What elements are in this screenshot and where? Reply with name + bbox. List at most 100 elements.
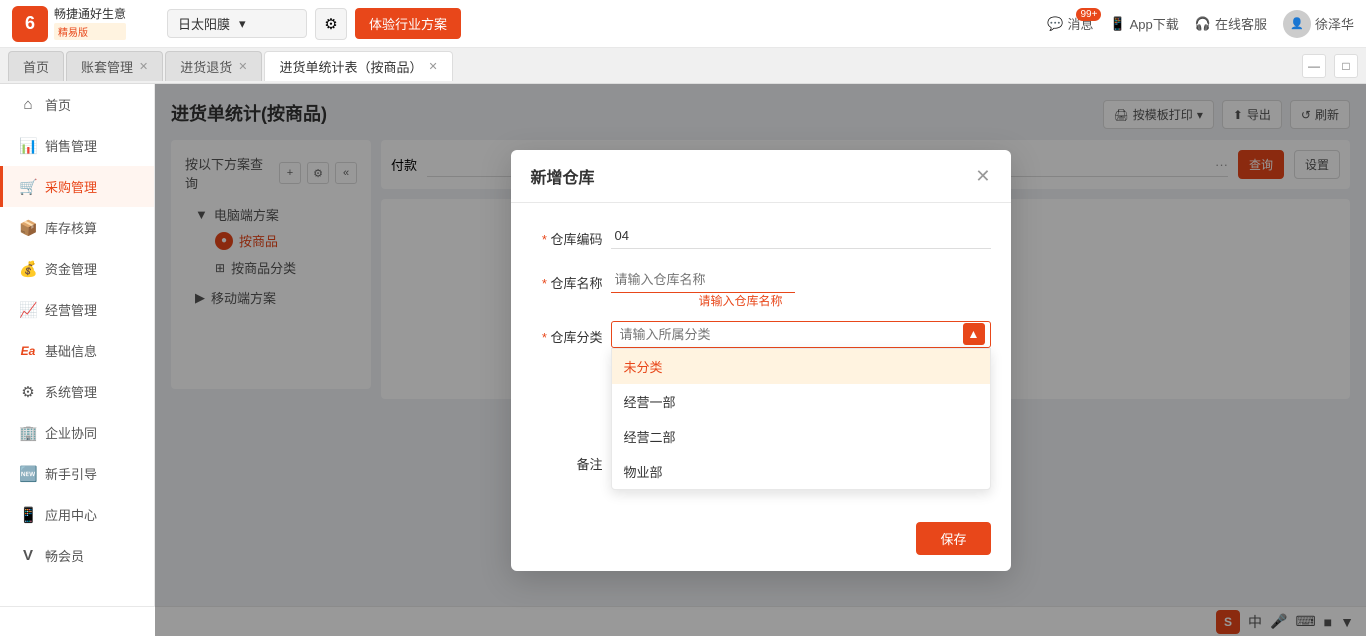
- finance-icon: 💰: [19, 260, 37, 278]
- note-label-text: 备注: [576, 457, 602, 472]
- experience-button[interactable]: 体验行业方案: [355, 8, 461, 39]
- warehouse-type-label-text: 仓库分类: [550, 330, 602, 345]
- sidebar-item-purchase-label: 采购管理: [45, 177, 97, 196]
- gear-icon: ⚙: [324, 15, 337, 33]
- base-icon: Ea: [19, 344, 37, 358]
- purchase-icon: 🛒: [19, 178, 37, 196]
- dropdown-item-ops1[interactable]: 经营一部: [612, 384, 990, 419]
- tab-bar: 首页 账套管理 ✕ 进货退货 ✕ 进货单统计表（按商品） ✕ — □: [0, 48, 1366, 84]
- warehouse-type-input[interactable]: [611, 321, 991, 348]
- corp-icon: 🏢: [19, 424, 37, 442]
- user-item[interactable]: 👤 徐泽华: [1283, 10, 1354, 38]
- sidebar-item-app-label: 应用中心: [45, 505, 97, 524]
- logo-area: 6 畅捷通好生意 精易版: [12, 6, 167, 42]
- modal-close-button[interactable]: ✕: [975, 167, 990, 185]
- inventory-icon: 📦: [19, 219, 37, 237]
- sidebar-item-home[interactable]: ⌂ 首页: [0, 84, 154, 125]
- warehouse-type-select-wrapper: ▲ 未分类 经营一部 经营二部 物业部: [611, 321, 991, 348]
- modal-body: 仓库编码 仓库名称 请输入仓库名称: [511, 203, 1011, 512]
- maximize-icon: □: [1342, 59, 1349, 73]
- tab-account-label: 账套管理: [81, 57, 133, 76]
- warehouse-name-label: 仓库名称: [531, 267, 611, 292]
- logo-text: 畅捷通好生意: [54, 7, 126, 23]
- sidebar-item-app[interactable]: 📱 应用中心: [0, 494, 154, 535]
- ops-icon: 📈: [19, 301, 37, 319]
- tab-home-label: 首页: [23, 57, 49, 76]
- sidebar-item-member[interactable]: V 畅会员: [0, 535, 154, 576]
- online-service-label: 在线客服: [1215, 14, 1267, 33]
- chevron-down-icon: ▾: [239, 16, 296, 32]
- main-layout: ⌂ 首页 📊 销售管理 🛒 采购管理 📦 库存核算 💰 资金管理 📈 经营管理 …: [0, 84, 1366, 636]
- sidebar-item-member-label: 畅会员: [45, 546, 84, 565]
- tab-account-close-icon[interactable]: ✕: [139, 60, 148, 73]
- phone-icon: 📱: [1109, 16, 1125, 32]
- guide-icon: 🆕: [19, 465, 37, 483]
- add-warehouse-modal: 新增仓库 ✕ 仓库编码 仓库名称: [511, 150, 1011, 571]
- save-button[interactable]: 保存: [916, 522, 990, 555]
- sidebar-item-corp[interactable]: 🏢 企业协同: [0, 412, 154, 453]
- tab-minimize-button[interactable]: —: [1302, 54, 1326, 78]
- warehouse-name-input[interactable]: [611, 267, 795, 293]
- message-item[interactable]: 💬 消息 99+: [1047, 14, 1093, 33]
- message-badge: 99+: [1076, 8, 1101, 21]
- tab-stats-close-icon[interactable]: ✕: [429, 60, 438, 73]
- top-bar: 6 畅捷通好生意 精易版 日太阳膜 ▾ ⚙ 体验行业方案 💬 消息 99+ 📱 …: [0, 0, 1366, 48]
- form-row-category: 仓库分类 ▲ 未分类 经营一部 经营二部 物业部: [531, 321, 991, 348]
- sidebar-item-inventory-label: 库存核算: [45, 218, 97, 237]
- minimize-icon: —: [1308, 59, 1320, 73]
- form-row-code: 仓库编码: [531, 223, 991, 249]
- sidebar-item-guide[interactable]: 🆕 新手引导: [0, 453, 154, 494]
- content-area: 进货单统计(按商品) 🖨 按模板打印 ▾ ⬆ 导出 ↺ 刷新 按以下方案查询: [155, 84, 1366, 636]
- sidebar-item-base-label: 基础信息: [45, 341, 97, 360]
- username: 徐泽华: [1315, 14, 1354, 33]
- tab-returns[interactable]: 进货退货 ✕: [165, 51, 262, 81]
- message-icon: 💬: [1047, 16, 1063, 32]
- app-icon: 📱: [19, 506, 37, 524]
- tab-bar-right: — □: [1302, 54, 1358, 78]
- sidebar-item-sys[interactable]: ⚙ 系统管理: [0, 371, 154, 412]
- modal-title: 新增仓库: [531, 164, 595, 188]
- warehouse-type-dropdown: 未分类 经营一部 经营二部 物业部: [611, 348, 991, 490]
- tab-stats-label: 进货单统计表（按商品）: [279, 57, 422, 76]
- sidebar-item-ops-label: 经营管理: [45, 300, 97, 319]
- warehouse-code-label: 仓库编码: [531, 223, 611, 248]
- sidebar-item-sales[interactable]: 📊 销售管理: [0, 125, 154, 166]
- sidebar-item-guide-label: 新手引导: [45, 464, 97, 483]
- note-label: 备注: [531, 448, 611, 473]
- tab-stats[interactable]: 进货单统计表（按商品） ✕: [264, 51, 452, 81]
- modal-footer: 保存: [511, 512, 1011, 571]
- warehouse-type-arrow-button[interactable]: ▲: [963, 323, 985, 345]
- headset-icon: 🎧: [1195, 16, 1211, 32]
- dropdown-item-unclassified[interactable]: 未分类: [612, 349, 990, 384]
- app-download-label: App下载: [1130, 14, 1179, 33]
- store-selector[interactable]: 日太阳膜 ▾: [167, 9, 307, 38]
- logo-sub: 精易版: [54, 23, 126, 40]
- tab-account[interactable]: 账套管理 ✕: [66, 51, 163, 81]
- online-service-item[interactable]: 🎧 在线客服: [1195, 14, 1267, 33]
- sidebar-item-base[interactable]: Ea 基础信息: [0, 330, 154, 371]
- top-right: 💬 消息 99+ 📱 App下载 🎧 在线客服 👤 徐泽华: [1047, 10, 1354, 38]
- sidebar-item-finance[interactable]: 💰 资金管理: [0, 248, 154, 289]
- tab-returns-close-icon[interactable]: ✕: [238, 60, 247, 73]
- sidebar-item-home-label: 首页: [45, 95, 71, 114]
- warehouse-name-label-text: 仓库名称: [550, 276, 602, 291]
- warehouse-code-input[interactable]: [611, 223, 991, 249]
- store-name: 日太阳膜: [178, 14, 235, 33]
- warehouse-code-label-text: 仓库编码: [550, 232, 602, 247]
- tab-home[interactable]: 首页: [8, 51, 64, 81]
- app-download-item[interactable]: 📱 App下载: [1109, 14, 1178, 33]
- sidebar-item-sys-label: 系统管理: [45, 382, 97, 401]
- sidebar-item-purchase[interactable]: 🛒 采购管理: [0, 166, 154, 207]
- sidebar-item-ops[interactable]: 📈 经营管理: [0, 289, 154, 330]
- gear-button[interactable]: ⚙: [315, 8, 347, 40]
- modal-header: 新增仓库 ✕: [511, 150, 1011, 203]
- tab-maximize-button[interactable]: □: [1334, 54, 1358, 78]
- dropdown-item-property[interactable]: 物业部: [612, 454, 990, 489]
- sys-icon: ⚙: [19, 383, 37, 401]
- sidebar-item-inventory[interactable]: 📦 库存核算: [0, 207, 154, 248]
- member-icon: V: [19, 547, 37, 564]
- warehouse-name-error: 请输入仓库名称: [699, 292, 783, 309]
- form-row-name: 仓库名称 请输入仓库名称: [531, 267, 991, 293]
- sidebar-item-sales-label: 销售管理: [45, 136, 97, 155]
- dropdown-item-ops2[interactable]: 经营二部: [612, 419, 990, 454]
